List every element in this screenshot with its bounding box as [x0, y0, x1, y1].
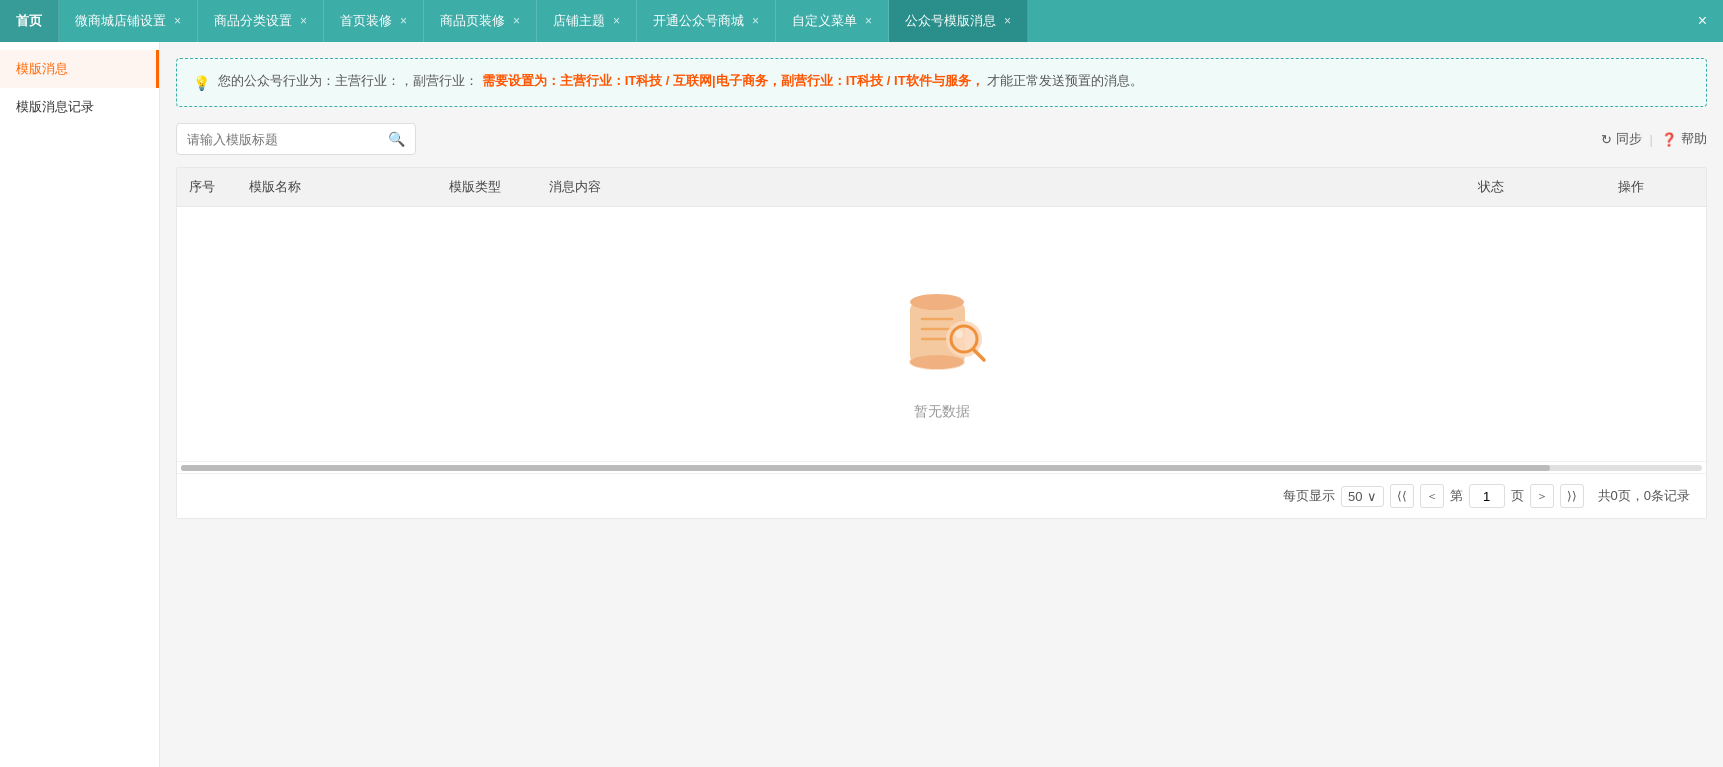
nav-item-product-decor[interactable]: 商品页装修 ×: [424, 0, 537, 42]
notice-suffix: 才能正常发送预置的消息。: [987, 73, 1143, 88]
help-icon: ❓: [1661, 132, 1677, 147]
pagination: 每页显示 50 ∨ ⟨⟨ ＜ 第 页 ＞ ⟩⟩ 共0页，0条记录: [177, 473, 1706, 518]
close-all-icon: ×: [1698, 12, 1707, 29]
search-icon[interactable]: 🔍: [388, 131, 405, 147]
table-header: 序号 模版名称 模版类型 消息内容 状态 操作: [177, 168, 1706, 207]
nav-label-template-msg: 公众号模版消息: [905, 12, 996, 30]
empty-text: 暂无数据: [914, 403, 970, 421]
main-layout: 模版消息 模版消息记录 💡 您的公众号行业为：主营行业：，副营行业： 需要设置为…: [0, 42, 1723, 767]
chevron-down-icon: ∨: [1367, 489, 1377, 504]
nav-item-category[interactable]: 商品分类设置 ×: [198, 0, 324, 42]
sidebar-item-template-log[interactable]: 模版消息记录: [0, 88, 159, 126]
close-icon-template[interactable]: ×: [1004, 14, 1011, 28]
nav-label-index-decor: 首页装修: [340, 12, 392, 30]
empty-state: 暂无数据: [177, 207, 1706, 461]
prev-page-button[interactable]: ＜: [1420, 484, 1444, 508]
col-name: 模版名称: [237, 168, 437, 207]
close-icon[interactable]: ×: [300, 14, 307, 28]
toolbar-right: ↻ 同步 | ❓ 帮助: [1601, 130, 1707, 148]
search-bar: 🔍 ↻ 同步 | ❓ 帮助: [176, 123, 1707, 155]
nav-item-index-decor[interactable]: 首页装修 ×: [324, 0, 424, 42]
table-body: 暂无数据: [177, 207, 1706, 462]
content-area: 💡 您的公众号行业为：主营行业：，副营行业： 需要设置为：主营行业：IT科技 /…: [160, 42, 1723, 767]
nav-label-custom-menu: 自定义菜单: [792, 12, 857, 30]
close-icon[interactable]: ×: [400, 14, 407, 28]
sync-button[interactable]: ↻ 同步: [1601, 130, 1642, 148]
page-word: 第: [1450, 487, 1463, 505]
nav-item-custom-menu[interactable]: 自定义菜单 ×: [776, 0, 889, 42]
notice-highlight: 需要设置为：主营行业：IT科技 / 互联网|电子商务，副营行业：IT科技 / I…: [482, 73, 984, 88]
sync-label: 同步: [1616, 130, 1642, 148]
last-page-button[interactable]: ⟩⟩: [1560, 484, 1584, 508]
close-icon[interactable]: ×: [174, 14, 181, 28]
sync-icon: ↻: [1601, 132, 1612, 147]
notice-prefix: 您的公众号行业为：主营行业：，副营行业：: [218, 73, 478, 88]
nav-label-open-mall: 开通公众号商城: [653, 12, 744, 30]
search-input[interactable]: [187, 132, 388, 147]
help-button[interactable]: ❓ 帮助: [1661, 130, 1707, 148]
svg-point-10: [955, 330, 963, 338]
nav-label-weidian: 微商城店铺设置: [75, 12, 166, 30]
sidebar-label-template-msg: 模版消息: [16, 61, 68, 76]
svg-point-2: [910, 294, 964, 310]
close-icon[interactable]: ×: [613, 14, 620, 28]
sidebar-label-template-log: 模版消息记录: [16, 99, 94, 114]
nav-item-home[interactable]: 首页: [0, 0, 59, 42]
scrollbar-thumb: [181, 465, 1550, 471]
data-table: 序号 模版名称 模版类型 消息内容 状态 操作: [177, 168, 1706, 461]
bulb-icon: 💡: [193, 72, 210, 94]
col-content: 消息内容: [537, 168, 1466, 207]
nav-item-open-mall[interactable]: 开通公众号商城 ×: [637, 0, 776, 42]
first-page-button[interactable]: ⟨⟨: [1390, 484, 1414, 508]
sidebar-item-template-msg[interactable]: 模版消息: [0, 50, 159, 88]
nav-item-theme[interactable]: 店铺主题 ×: [537, 0, 637, 42]
close-all-button[interactable]: ×: [1682, 12, 1723, 30]
page-unit: 页: [1511, 487, 1524, 505]
svg-point-3: [910, 355, 964, 369]
notice-box: 💡 您的公众号行业为：主营行业：，副营行业： 需要设置为：主营行业：IT科技 /…: [176, 58, 1707, 107]
notice-text: 您的公众号行业为：主营行业：，副营行业： 需要设置为：主营行业：IT科技 / 互…: [218, 71, 1143, 92]
col-action: 操作: [1606, 168, 1706, 207]
nav-item-template-msg[interactable]: 公众号模版消息 ×: [889, 0, 1028, 42]
help-label: 帮助: [1681, 130, 1707, 148]
nav-label-product-decor: 商品页装修: [440, 12, 505, 30]
col-status: 状态: [1466, 168, 1606, 207]
nav-label-home: 首页: [16, 12, 42, 30]
col-index: 序号: [177, 168, 237, 207]
nav-item-weidian[interactable]: 微商城店铺设置 ×: [59, 0, 198, 42]
divider: |: [1650, 132, 1653, 147]
nav-label-category: 商品分类设置: [214, 12, 292, 30]
close-icon[interactable]: ×: [513, 14, 520, 28]
col-type: 模版类型: [437, 168, 537, 207]
scrollbar-track: [181, 465, 1702, 471]
page-size-select[interactable]: 50 ∨: [1341, 486, 1383, 507]
empty-illustration: [882, 267, 1002, 387]
nav-label-theme: 店铺主题: [553, 12, 605, 30]
sidebar: 模版消息 模版消息记录: [0, 42, 160, 767]
horizontal-scrollbar[interactable]: [177, 461, 1706, 473]
top-nav: 首页 微商城店铺设置 × 商品分类设置 × 首页装修 × 商品页装修 × 店铺主…: [0, 0, 1723, 42]
page-size-value: 50: [1348, 489, 1362, 504]
svg-line-9: [973, 349, 984, 360]
close-icon[interactable]: ×: [752, 14, 759, 28]
next-page-button[interactable]: ＞: [1530, 484, 1554, 508]
search-input-wrapper: 🔍: [176, 123, 416, 155]
page-number-input[interactable]: [1469, 484, 1505, 508]
total-info: 共0页，0条记录: [1598, 487, 1690, 505]
page-size-label: 每页显示: [1283, 487, 1335, 505]
table-container: 序号 模版名称 模版类型 消息内容 状态 操作: [176, 167, 1707, 519]
close-icon[interactable]: ×: [865, 14, 872, 28]
